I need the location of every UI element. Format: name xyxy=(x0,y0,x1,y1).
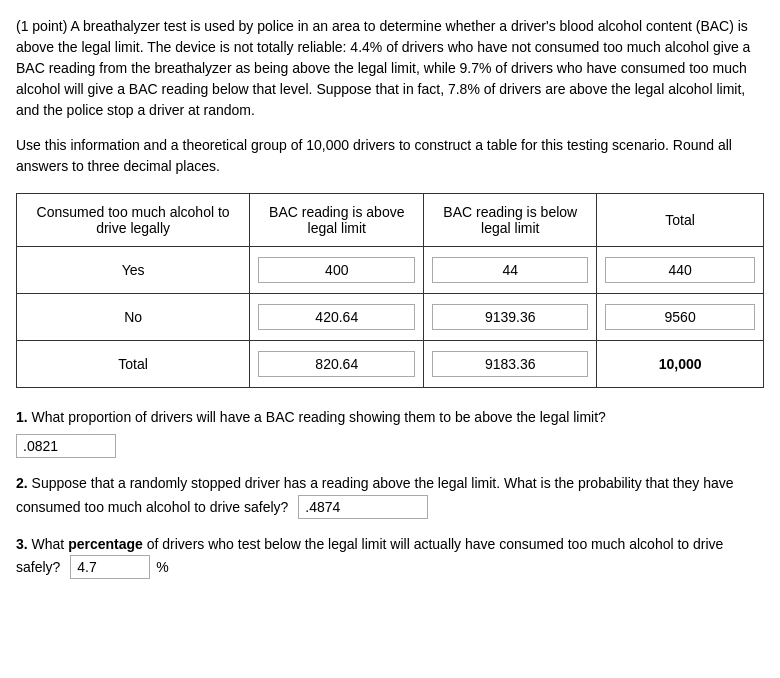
row-yes-total-input[interactable] xyxy=(605,257,755,283)
q3-suffix: % xyxy=(156,559,168,575)
q3-bold-text: percentage xyxy=(68,536,147,552)
instruction-paragraph: Use this information and a theoretical g… xyxy=(16,135,764,177)
q2-answer-input[interactable] xyxy=(298,495,428,519)
row-yes-col2-input[interactable] xyxy=(258,257,415,283)
row-total-col3-input[interactable] xyxy=(432,351,588,377)
data-table: Consumed too much alcohol to drive legal… xyxy=(16,193,764,388)
row-total-total-value: 10,000 xyxy=(659,356,702,372)
row-yes-col3[interactable] xyxy=(424,247,597,294)
row-no-col3-input[interactable] xyxy=(432,304,588,330)
q3-number: 3. xyxy=(16,536,28,552)
table-row-total: Total 10,000 xyxy=(17,341,764,388)
row-total-col3[interactable] xyxy=(424,341,597,388)
question-1: 1. What proportion of drivers will have … xyxy=(16,406,764,458)
table-row-no: No xyxy=(17,294,764,341)
q3-text-before: What xyxy=(32,536,65,552)
table-row-yes: Yes xyxy=(17,247,764,294)
q1-number: 1. xyxy=(16,409,28,425)
q2-number: 2. xyxy=(16,475,28,491)
row-total-col2[interactable] xyxy=(250,341,424,388)
row-yes-label: Yes xyxy=(17,247,250,294)
q3-answer-input[interactable] xyxy=(70,555,150,579)
q1-answer-input[interactable] xyxy=(16,434,116,458)
row-yes-col2[interactable] xyxy=(250,247,424,294)
row-no-total-input[interactable] xyxy=(605,304,755,330)
intro-paragraph: (1 point) A breathalyzer test is used by… xyxy=(16,16,764,121)
row-no-total[interactable] xyxy=(597,294,764,341)
question-3: 3. What percentage of drivers who test b… xyxy=(16,533,764,579)
intro-text: (1 point) A breathalyzer test is used by… xyxy=(16,18,750,118)
col4-header: Total xyxy=(597,194,764,247)
row-yes-col3-input[interactable] xyxy=(432,257,588,283)
instruction-text: Use this information and a theoretical g… xyxy=(16,137,732,174)
row-total-label: Total xyxy=(17,341,250,388)
row-no-col2-input[interactable] xyxy=(258,304,415,330)
q1-text: What proportion of drivers will have a B… xyxy=(32,409,606,425)
row-no-col2[interactable] xyxy=(250,294,424,341)
row-yes-total[interactable] xyxy=(597,247,764,294)
col2-header: BAC reading is above legal limit xyxy=(250,194,424,247)
row-total-total: 10,000 xyxy=(597,341,764,388)
row-no-label: No xyxy=(17,294,250,341)
row-no-col3[interactable] xyxy=(424,294,597,341)
col1-header: Consumed too much alcohol to drive legal… xyxy=(17,194,250,247)
question-2: 2. Suppose that a randomly stopped drive… xyxy=(16,472,764,518)
row-total-col2-input[interactable] xyxy=(258,351,415,377)
col3-header: BAC reading is below legal limit xyxy=(424,194,597,247)
